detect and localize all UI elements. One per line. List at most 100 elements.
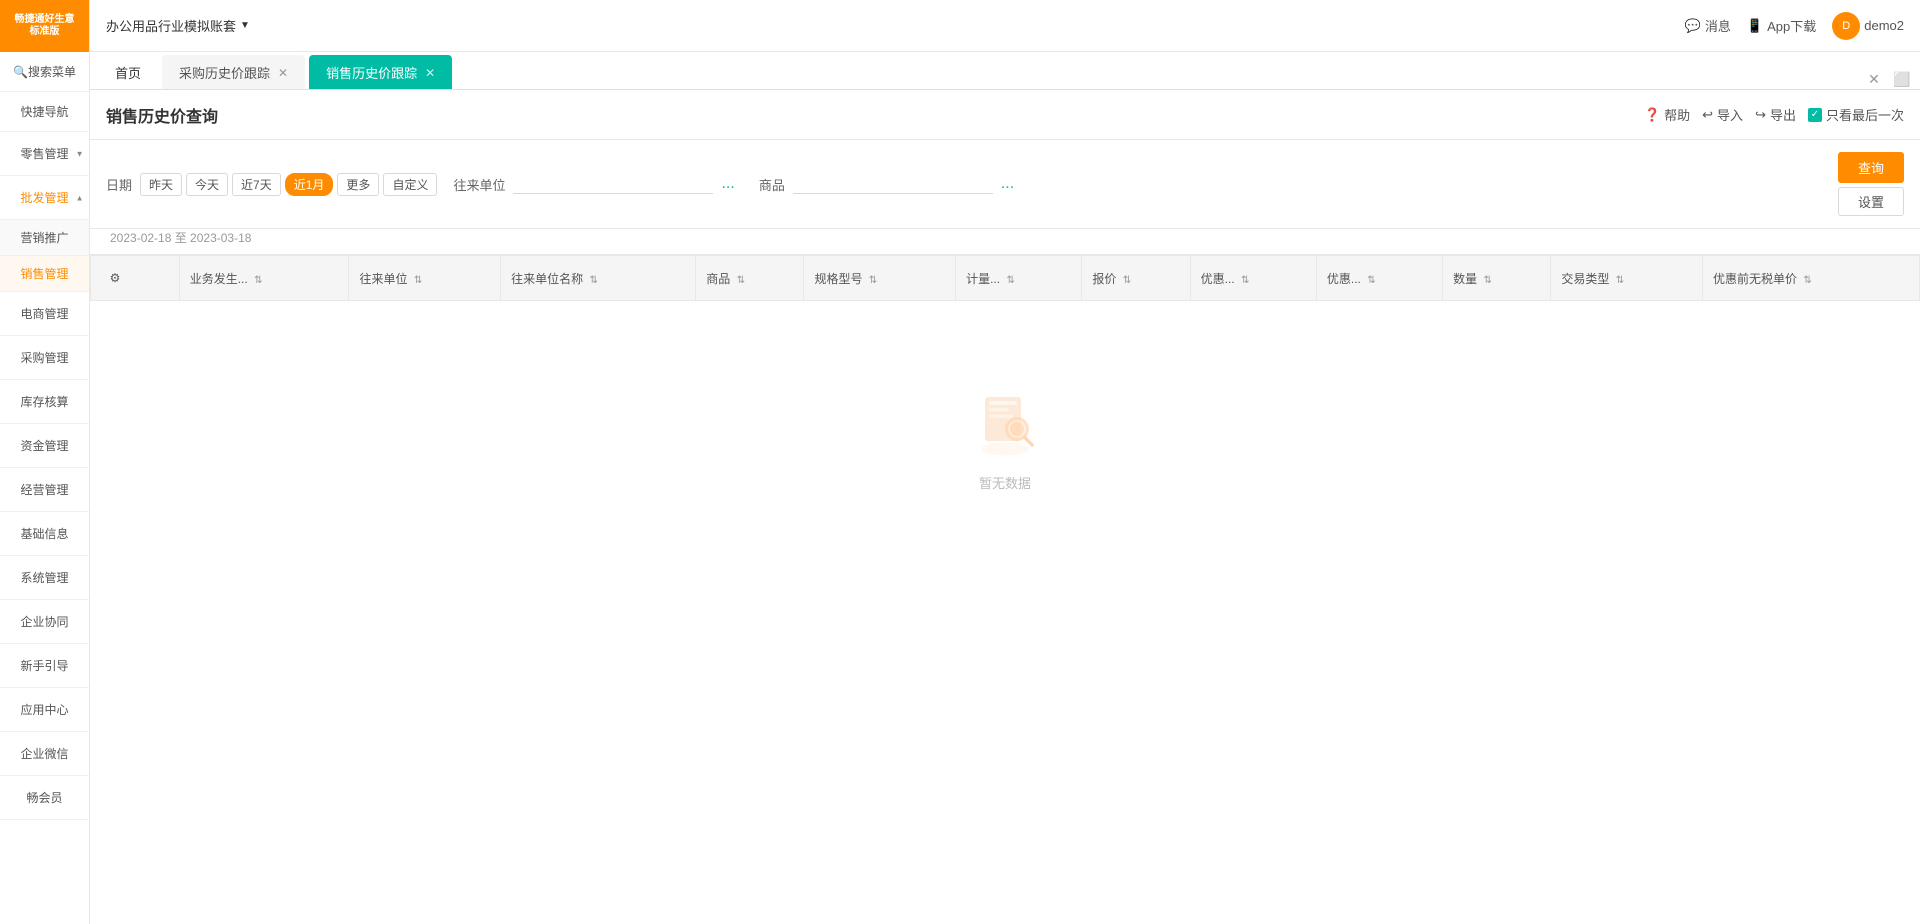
col-pre-tax[interactable]: 优惠前无税单价 ⇅ xyxy=(1703,256,1920,301)
col-partner-name[interactable]: 往来单位名称 ⇅ xyxy=(501,256,696,301)
maximize-window-button[interactable]: ⬜ xyxy=(1892,69,1912,89)
sidebar-item-finance[interactable]: 资金管理 xyxy=(0,424,90,468)
topbar-left: 办公用品行业模拟账套 ▼ xyxy=(106,16,250,35)
date-btn-custom[interactable]: 自定义 xyxy=(383,173,437,196)
col-biz-date[interactable]: 业务发生... ⇅ xyxy=(179,256,349,301)
sidebar-item-inventory[interactable]: 库存核算 xyxy=(0,380,90,424)
col-spec[interactable]: 规格型号 ⇅ xyxy=(804,256,956,301)
sidebar-shortcut[interactable]: 快捷导航 xyxy=(0,92,90,132)
export-button[interactable]: ↪ 导出 xyxy=(1755,105,1796,124)
purchase-label: 采购管理 xyxy=(20,349,68,366)
col-quote[interactable]: 报价 ⇅ xyxy=(1082,256,1190,301)
sidebar-item-marketing[interactable]: 营销推广 xyxy=(0,220,90,256)
close-purchase-tab-icon[interactable]: ✕ xyxy=(278,66,288,80)
query-button[interactable]: 查询 xyxy=(1838,152,1904,183)
date-btn-7days[interactable]: 近7天 xyxy=(232,173,281,196)
help-button[interactable]: ❓ 帮助 xyxy=(1644,105,1690,124)
col-product[interactable]: 商品 ⇅ xyxy=(696,256,804,301)
tab-sales-history[interactable]: 销售历史价跟踪 ✕ xyxy=(309,55,452,89)
sidebar-item-sales-mgmt[interactable]: 销售管理 xyxy=(0,256,90,292)
col-unit[interactable]: 计量... ⇅ xyxy=(956,256,1082,301)
sort-biz-date-icon: ⇅ xyxy=(254,275,262,286)
ecommerce-label: 电商管理 xyxy=(20,305,68,322)
sidebar-item-retail[interactable]: 零售管理 xyxy=(0,132,90,176)
partner-picker-icon[interactable]: ... xyxy=(721,175,734,193)
app-download-button[interactable]: 📱 App下载 xyxy=(1747,16,1816,35)
main-area: 办公用品行业模拟账套 ▼ 💬 消息 📱 App下载 D demo2 首页 xyxy=(90,0,1920,924)
account-name: 办公用品行业模拟账套 xyxy=(106,16,236,35)
sidebar-item-wholesale[interactable]: 批发管理 xyxy=(0,176,90,220)
enterprise-label: 企业协同 xyxy=(20,613,68,630)
close-sales-tab-icon[interactable]: ✕ xyxy=(425,66,435,80)
message-icon: 💬 xyxy=(1685,18,1701,34)
tab-home-label: 首页 xyxy=(115,63,141,82)
sort-partner-name-icon: ⇅ xyxy=(590,275,598,286)
data-table: ⚙ 业务发生... ⇅ 往来单位 ⇅ 往来单位名称 xyxy=(90,255,1920,301)
only-last-checkbox[interactable]: ✓ xyxy=(1808,108,1822,122)
product-input[interactable] xyxy=(793,174,993,194)
only-last-toggle[interactable]: ✓ 只看最后一次 xyxy=(1808,105,1904,124)
member-label: 畅会员 xyxy=(26,789,62,806)
user-profile[interactable]: D demo2 xyxy=(1832,12,1904,40)
sidebar-item-purchase[interactable]: 采购管理 xyxy=(0,336,90,380)
tab-purchase-history[interactable]: 采购历史价跟踪 ✕ xyxy=(162,55,305,89)
column-settings-icon[interactable]: ⚙ xyxy=(101,264,129,292)
col-trade-type[interactable]: 交易类型 ⇅ xyxy=(1551,256,1703,301)
avatar-initial: D xyxy=(1842,20,1850,32)
date-btn-more[interactable]: 更多 xyxy=(337,173,379,196)
sidebar-item-guide[interactable]: 新手引导 xyxy=(0,644,90,688)
sidebar-search[interactable]: 🔍 搜索菜单 xyxy=(0,52,90,92)
sidebar: 畅捷通好生意 标准版 🔍 搜索菜单 快捷导航 零售管理 批发管理 营销推广 销售… xyxy=(0,0,90,924)
operations-label: 经营管理 xyxy=(20,481,68,498)
sidebar-item-apps[interactable]: 应用中心 xyxy=(0,688,90,732)
close-window-button[interactable]: ✕ xyxy=(1864,69,1884,89)
sidebar-item-system[interactable]: 系统管理 xyxy=(0,556,90,600)
sort-discount2-icon: ⇅ xyxy=(1367,275,1375,286)
content-area: 销售历史价查询 ❓ 帮助 ↩ 导入 ↪ 导出 ✓ xyxy=(90,90,1920,924)
settings-button[interactable]: 设置 xyxy=(1838,187,1904,216)
col-discount2[interactable]: 优惠... ⇅ xyxy=(1316,256,1442,301)
tab-purchase-label: 采购历史价跟踪 xyxy=(179,63,270,82)
tab-bar: 首页 采购历史价跟踪 ✕ 销售历史价跟踪 ✕ ✕ ⬜ xyxy=(90,52,1920,90)
page-container: 销售历史价查询 ❓ 帮助 ↩ 导入 ↪ 导出 ✓ xyxy=(90,90,1920,924)
window-controls: ✕ ⬜ xyxy=(1864,69,1912,89)
marketing-label: 营销推广 xyxy=(20,229,68,246)
avatar: D xyxy=(1832,12,1860,40)
sidebar-item-member[interactable]: 畅会员 xyxy=(0,776,90,820)
partner-input[interactable] xyxy=(513,174,713,194)
sidebar-item-wechat[interactable]: 企业微信 xyxy=(0,732,90,776)
tab-home[interactable]: 首页 xyxy=(98,55,158,89)
action-buttons: 查询 设置 xyxy=(1838,152,1904,216)
page-title: 销售历史价查询 xyxy=(106,103,218,127)
app-logo: 畅捷通好生意 标准版 xyxy=(0,0,90,52)
basic-label: 基础信息 xyxy=(20,525,68,542)
date-btn-today[interactable]: 今天 xyxy=(186,173,228,196)
table-header-row: ⚙ 业务发生... ⇅ 往来单位 ⇅ 往来单位名称 xyxy=(91,256,1920,301)
col-discount1[interactable]: 优惠... ⇅ xyxy=(1190,256,1316,301)
import-icon: ↩ xyxy=(1702,107,1713,123)
sidebar-item-ecommerce[interactable]: 电商管理 xyxy=(0,292,90,336)
sidebar-item-basic[interactable]: 基础信息 xyxy=(0,512,90,556)
help-icon: ❓ xyxy=(1644,107,1660,123)
product-picker-icon[interactable]: ... xyxy=(1001,175,1014,193)
sort-product-icon: ⇅ xyxy=(737,275,745,286)
sidebar-item-enterprise[interactable]: 企业协同 xyxy=(0,600,90,644)
import-button[interactable]: ↩ 导入 xyxy=(1702,105,1743,124)
tab-sales-label: 销售历史价跟踪 xyxy=(326,63,417,82)
account-dropdown[interactable]: 办公用品行业模拟账套 ▼ xyxy=(106,16,250,35)
help-label: 帮助 xyxy=(1664,105,1690,124)
chevron-down-icon: ▼ xyxy=(240,20,250,31)
sort-pre-tax-icon: ⇅ xyxy=(1803,275,1811,286)
date-filter-label: 日期 xyxy=(106,175,132,194)
message-button[interactable]: 💬 消息 xyxy=(1685,16,1731,35)
date-btn-1month[interactable]: 近1月 xyxy=(285,173,334,196)
import-label: 导入 xyxy=(1717,105,1743,124)
col-partner-code[interactable]: 往来单位 ⇅ xyxy=(349,256,501,301)
logo-text: 畅捷通好生意 xyxy=(15,14,75,26)
only-last-label: 只看最后一次 xyxy=(1826,105,1904,124)
date-btn-yesterday[interactable]: 昨天 xyxy=(140,173,182,196)
col-quantity[interactable]: 数量 ⇅ xyxy=(1443,256,1551,301)
sidebar-item-operations[interactable]: 经营管理 xyxy=(0,468,90,512)
export-icon: ↪ xyxy=(1755,107,1766,123)
sales-mgmt-label: 销售管理 xyxy=(20,265,68,282)
